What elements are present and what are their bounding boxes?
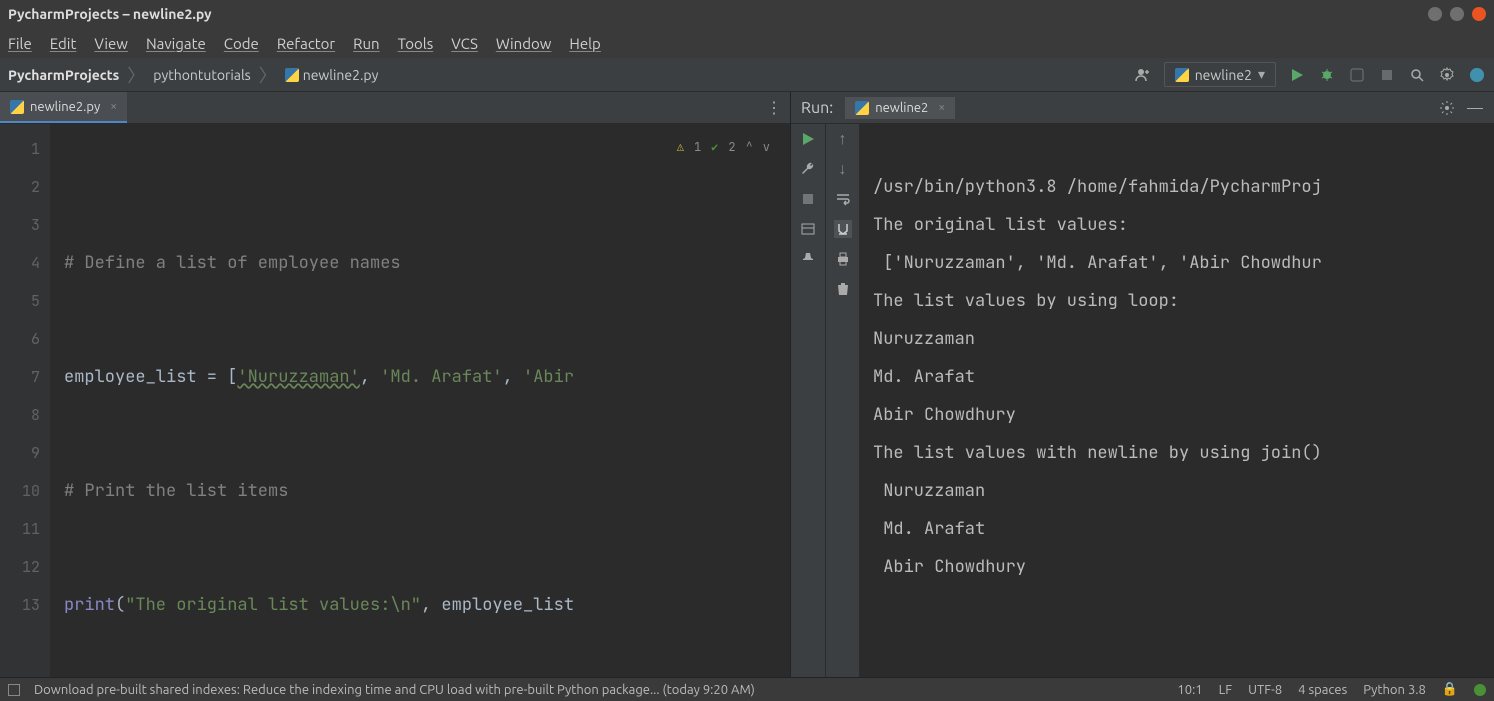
menu-window[interactable]: Window: [496, 35, 552, 52]
indent-settings[interactable]: 4 spaces: [1298, 683, 1347, 697]
lock-icon[interactable]: 🔒: [1442, 682, 1458, 697]
minimize-panel-icon[interactable]: —: [1466, 99, 1484, 117]
add-user-icon[interactable]: [1134, 66, 1152, 84]
window-title: PycharmProjects – newline2.py: [8, 6, 212, 22]
debug-button[interactable]: [1318, 66, 1336, 84]
ide-logo-icon[interactable]: [1468, 66, 1486, 84]
wrench-icon[interactable]: [799, 160, 817, 178]
breadcrumb-sep: 〉: [259, 62, 277, 88]
menu-code[interactable]: Code: [224, 35, 259, 52]
minimize-button[interactable]: [1428, 7, 1442, 21]
code-editor[interactable]: 123 456 789 101112 13 ⚠1 ✔2 ^ v # Define…: [0, 124, 790, 677]
stop-button[interactable]: [1378, 66, 1396, 84]
editor-tab-row: newline2.py × ⋮: [0, 92, 790, 124]
editor-tab[interactable]: newline2.py ×: [0, 92, 127, 123]
run-config-name: newline2: [1195, 67, 1252, 83]
breadcrumb-root: PycharmProjects: [8, 67, 119, 83]
line-ending[interactable]: LF: [1219, 683, 1232, 697]
menu-view[interactable]: View: [94, 35, 128, 52]
run-pane: Run: newline2 × — ↑: [790, 92, 1494, 677]
main-split: newline2.py × ⋮ 123 456 789 101112 13 ⚠1…: [0, 92, 1494, 677]
menu-navigate[interactable]: Navigate: [146, 35, 206, 52]
menu-refactor[interactable]: Refactor: [277, 35, 335, 52]
menu-edit[interactable]: Edit: [50, 35, 77, 52]
status-bar: Download pre-built shared indexes: Reduc…: [0, 677, 1494, 701]
close-tab-icon[interactable]: ×: [110, 100, 117, 113]
nav-toolbar: PycharmProjects 〉 pythontutorials 〉 newl…: [0, 58, 1494, 92]
checkmark-icon: ✔: [711, 128, 718, 166]
breadcrumb-file: newline2.py: [303, 67, 379, 83]
maximize-button[interactable]: [1450, 7, 1464, 21]
run-left-toolbar-2: ↑ ↓: [825, 124, 859, 677]
stop-button[interactable]: [799, 190, 817, 208]
warning-icon: ⚠: [677, 128, 684, 166]
trash-icon[interactable]: [834, 280, 852, 298]
run-tab[interactable]: newline2 ×: [845, 97, 955, 119]
breadcrumb-sep: 〉: [127, 62, 145, 88]
run-title: Run:: [801, 99, 833, 117]
menu-tools[interactable]: Tools: [398, 35, 434, 52]
python-icon: [855, 101, 869, 115]
cursor-position[interactable]: 10:1: [1177, 683, 1202, 697]
editor-pane: newline2.py × ⋮ 123 456 789 101112 13 ⚠1…: [0, 92, 790, 677]
up-arrow-icon[interactable]: ↑: [834, 130, 852, 148]
editor-tab-label: newline2.py: [30, 100, 100, 114]
gear-icon[interactable]: [1438, 99, 1456, 117]
status-indicator-icon[interactable]: [1474, 684, 1486, 696]
code-content[interactable]: ⚠1 ✔2 ^ v # Define a list of employee na…: [50, 124, 790, 677]
breadcrumb-folder: pythontutorials: [153, 67, 250, 83]
breadcrumb[interactable]: PycharmProjects 〉 pythontutorials 〉 newl…: [8, 62, 378, 88]
python-interpreter[interactable]: Python 3.8: [1363, 683, 1426, 697]
chevron-down-icon[interactable]: v: [763, 128, 770, 166]
menu-bar: File Edit View Navigate Code Refactor Ru…: [0, 28, 1494, 58]
scroll-to-end-icon[interactable]: [834, 220, 852, 238]
close-run-tab-icon[interactable]: ×: [938, 101, 945, 114]
chevron-down-icon: ▾: [1258, 66, 1265, 83]
coverage-button[interactable]: [1348, 66, 1366, 84]
console-output[interactable]: /usr/bin/python3.8 /home/fahmida/Pycharm…: [859, 124, 1494, 677]
run-button[interactable]: [1288, 66, 1306, 84]
restore-layout-icon[interactable]: [799, 220, 817, 238]
window-titlebar: PycharmProjects – newline2.py: [0, 0, 1494, 28]
run-tab-label: newline2: [875, 101, 928, 115]
tab-more-icon[interactable]: ⋮: [766, 98, 782, 117]
status-message[interactable]: Download pre-built shared indexes: Reduc…: [34, 683, 755, 697]
python-icon: [1175, 68, 1189, 82]
gutter: 123 456 789 101112 13: [0, 124, 50, 677]
gear-icon[interactable]: [1438, 66, 1456, 84]
rerun-button[interactable]: [799, 130, 817, 148]
window-controls: [1428, 7, 1486, 21]
tool-window-icon[interactable]: [8, 684, 20, 696]
run-config-selector[interactable]: newline2 ▾: [1164, 62, 1276, 87]
menu-run[interactable]: Run: [353, 35, 379, 52]
run-left-toolbar: [791, 124, 825, 677]
python-file-icon: [285, 68, 299, 82]
down-arrow-icon[interactable]: ↓: [834, 160, 852, 178]
soft-wrap-icon[interactable]: [834, 190, 852, 208]
close-button[interactable]: [1472, 7, 1486, 21]
print-icon[interactable]: [834, 250, 852, 268]
pin-icon[interactable]: [799, 250, 817, 268]
python-file-icon: [10, 100, 24, 114]
menu-vcs[interactable]: VCS: [451, 35, 478, 52]
search-icon[interactable]: [1408, 66, 1426, 84]
menu-help[interactable]: Help: [569, 35, 600, 52]
file-encoding[interactable]: UTF-8: [1248, 683, 1282, 697]
chevron-up-icon[interactable]: ^: [746, 128, 753, 166]
menu-file[interactable]: File: [8, 35, 32, 52]
run-header: Run: newline2 × —: [791, 92, 1494, 124]
inspection-widget[interactable]: ⚠1 ✔2 ^ v: [677, 128, 770, 166]
